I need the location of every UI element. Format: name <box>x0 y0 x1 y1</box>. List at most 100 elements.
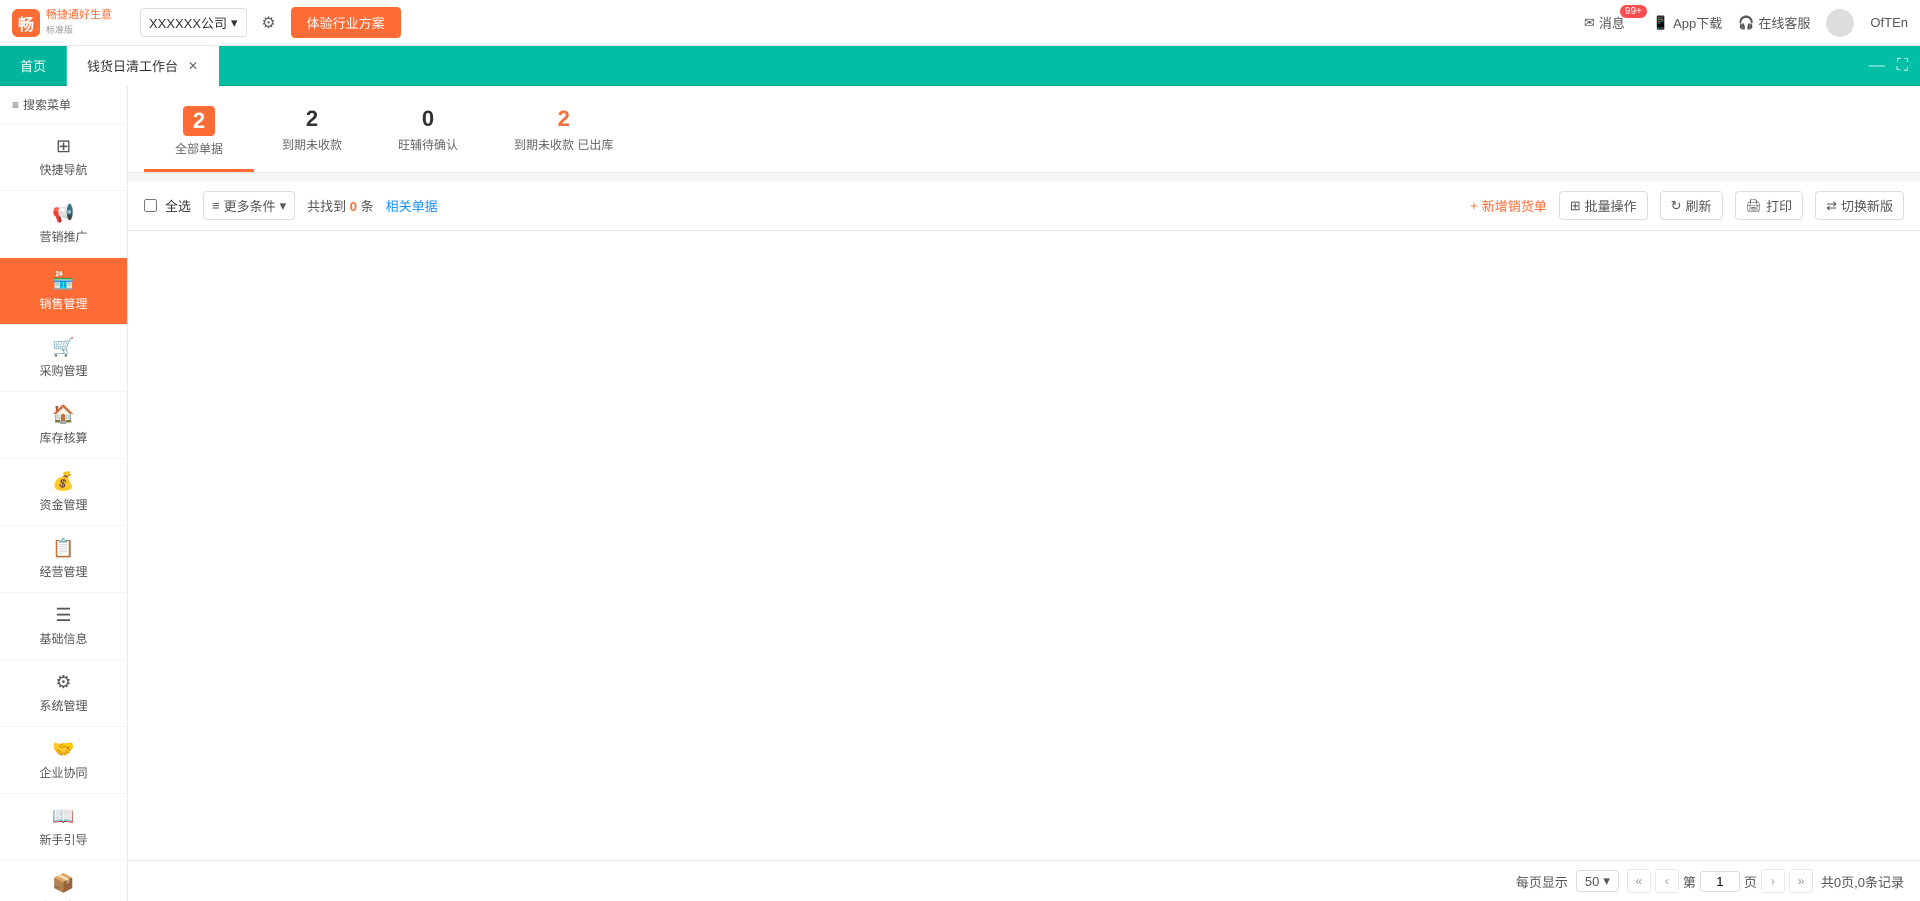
tab-close-icon[interactable]: ✕ <box>188 59 198 73</box>
system-icon: ⚙ <box>55 672 71 693</box>
next-page-icon: › <box>1771 874 1775 888</box>
page-size-value: 50 <box>1585 874 1599 889</box>
last-page-button[interactable]: » <box>1789 869 1813 893</box>
add-order-label: 新增销货单 <box>1482 196 1547 215</box>
tab-bar-actions: — ⛶ <box>1857 57 1920 75</box>
print-icon: 🖨 <box>1746 198 1763 214</box>
sidebar-item-operation[interactable]: 📋 经营管理 <box>0 526 127 593</box>
table-area <box>128 231 1920 860</box>
switch-version-button[interactable]: ⇄ 切换新版 <box>1815 191 1904 220</box>
add-order-button[interactable]: + 新增销货单 <box>1470 196 1547 215</box>
sidebar-search[interactable]: ≡ 搜索菜单 <box>0 86 127 124</box>
tab-bar: 首页 钱货日清工作台 ✕ — ⛶ <box>0 46 1920 86</box>
nav-icon: ⊞ <box>56 136 71 157</box>
plus-icon: + <box>1470 198 1478 213</box>
page-total: 共0页,0条记录 <box>1821 872 1904 891</box>
switch-label: 切换新版 <box>1841 196 1893 215</box>
batch-icon: ⊞ <box>1570 198 1581 214</box>
page-size-select[interactable]: 50 ▾ <box>1576 870 1619 892</box>
select-all-label: 全选 <box>165 196 191 215</box>
stat-tab-overdue[interactable]: 2 到期未收款 <box>254 98 370 172</box>
stat-tab-overdue-shipped[interactable]: 2 到期未收款 已出库 <box>486 98 641 172</box>
tab-maximize-icon[interactable]: ⛶ <box>1897 57 1908 75</box>
page-suffix: 页 <box>1744 872 1757 891</box>
sidebar-label-coop: 企业协同 <box>39 764 87 781</box>
related-documents-link[interactable]: 相关单据 <box>386 196 438 215</box>
toolbar-right: + 新增销货单 ⊞ 批量操作 ↻ 刷新 🖨 打印 ⇄ 切换新版 <box>1470 191 1904 220</box>
prev-page-icon: ‹ <box>1665 874 1669 888</box>
app-download-button[interactable]: 📱 App下载 <box>1653 13 1722 32</box>
message-badge: 99+ <box>1620 5 1647 18</box>
sidebar-item-marketing[interactable]: 📢 营销推广 <box>0 191 127 258</box>
chevron-down-icon: ▾ <box>231 15 238 31</box>
sidebar-item-purchase[interactable]: 🛒 采购管理 <box>0 325 127 392</box>
headset-icon: 🎧 <box>1738 15 1754 31</box>
settings-button[interactable]: ⚙ <box>255 9 283 37</box>
sidebar-item-finance[interactable]: 💰 资金管理 <box>0 459 127 526</box>
search-menu-icon: ≡ <box>12 98 19 112</box>
company-name: XXXXXX公司 <box>149 13 227 32</box>
tab-workbench[interactable]: 钱货日清工作台 ✕ <box>67 46 219 86</box>
prev-page-button[interactable]: ‹ <box>1655 869 1679 893</box>
sidebar-item-coop[interactable]: 🤝 企业协同 <box>0 727 127 794</box>
username[interactable]: OfTEn <box>1870 15 1908 30</box>
toolbar: 全选 ≡ 更多条件 ▾ 共找到 0 条 相关单据 + 新增销货单 <box>128 181 1920 231</box>
page-nav: « ‹ 第 页 › » <box>1627 869 1813 893</box>
logo-area: 畅 畅捷通好生意 标准版 <box>12 9 132 37</box>
batch-operation-button[interactable]: ⊞ 批量操作 <box>1559 191 1648 220</box>
app-download-label: App下载 <box>1673 13 1722 32</box>
first-page-button[interactable]: « <box>1627 869 1651 893</box>
sidebar-item-inventory[interactable]: 🏠 库存核算 <box>0 392 127 459</box>
stat-num-all: 2 <box>183 106 215 136</box>
sidebar-item-guide[interactable]: 📖 新手引导 <box>0 794 127 861</box>
sidebar: ≡ 搜索菜单 ⊞ 快捷导航 📢 营销推广 🏪 销售管理 🛒 采购管理 🏠 库存核… <box>0 86 128 901</box>
sidebar-label-basic: 基础信息 <box>39 630 87 647</box>
sidebar-label-nav: 快捷导航 <box>39 161 87 178</box>
next-page-button[interactable]: › <box>1761 869 1785 893</box>
found-text: 共找到 0 条 <box>307 196 374 215</box>
message-button[interactable]: ✉ 消息 99+ <box>1584 13 1637 32</box>
tab-home[interactable]: 首页 <box>0 46 67 86</box>
page-input[interactable] <box>1700 871 1740 892</box>
stat-tab-all[interactable]: 2 全部单据 <box>144 98 254 172</box>
tab-minimize-icon[interactable]: — <box>1869 57 1885 75</box>
gear-icon: ⚙ <box>261 13 275 33</box>
refresh-button[interactable]: ↻ 刷新 <box>1660 191 1723 220</box>
stat-label-overdue-shipped: 到期未收款 已出库 <box>514 136 613 153</box>
tab-workbench-label: 钱货日清工作台 <box>87 56 178 75</box>
marketing-icon: 📢 <box>52 203 74 224</box>
online-service-button[interactable]: 🎧 在线客服 <box>1738 13 1810 32</box>
stat-num-wangfu: 0 <box>422 106 434 132</box>
sidebar-label-purchase: 采购管理 <box>39 362 87 379</box>
logo-icon: 畅 <box>12 9 40 37</box>
avatar[interactable] <box>1826 9 1854 37</box>
refresh-icon: ↻ <box>1671 198 1682 214</box>
stat-tab-wangfu[interactable]: 0 旺辅待确认 <box>370 98 486 172</box>
page-size-chevron-icon: ▾ <box>1603 873 1610 889</box>
stat-label-overdue: 到期未收款 <box>282 136 342 153</box>
print-button[interactable]: 🖨 打印 <box>1735 191 1804 220</box>
select-all-input[interactable] <box>144 199 157 212</box>
sidebar-label-system: 系统管理 <box>39 697 87 714</box>
sidebar-item-sales[interactable]: 🏪 销售管理 <box>0 258 127 325</box>
search-menu-label: 搜索菜单 <box>23 96 71 113</box>
sidebar-item-nav[interactable]: ⊞ 快捷导航 <box>0 124 127 191</box>
sidebar-item-appstore[interactable]: 📦 应用中心 <box>0 861 127 901</box>
purchase-icon: 🛒 <box>52 337 74 358</box>
sidebar-item-system[interactable]: ⚙ 系统管理 <box>0 660 127 727</box>
online-service-label: 在线客服 <box>1758 13 1810 32</box>
filter-button[interactable]: ≡ 更多条件 ▾ <box>203 191 295 220</box>
guide-icon: 📖 <box>52 806 74 827</box>
stat-label-wangfu: 旺辅待确认 <box>398 136 458 153</box>
select-all-checkbox[interactable]: 全选 <box>144 196 191 215</box>
basic-icon: ☰ <box>55 605 71 626</box>
found-count: 0 <box>350 199 357 214</box>
sidebar-label-inventory: 库存核算 <box>39 429 87 446</box>
content-area: 2 全部单据 2 到期未收款 0 旺辅待确认 2 到期未收款 已出库 全选 <box>128 86 1920 901</box>
sidebar-item-basic[interactable]: ☰ 基础信息 <box>0 593 127 660</box>
company-selector[interactable]: XXXXXX公司 ▾ <box>140 8 247 37</box>
sidebar-label-guide: 新手引导 <box>39 831 87 848</box>
last-page-icon: » <box>1798 874 1805 888</box>
sidebar-label-sales: 销售管理 <box>39 295 87 312</box>
trial-button[interactable]: 体验行业方案 <box>291 7 401 38</box>
